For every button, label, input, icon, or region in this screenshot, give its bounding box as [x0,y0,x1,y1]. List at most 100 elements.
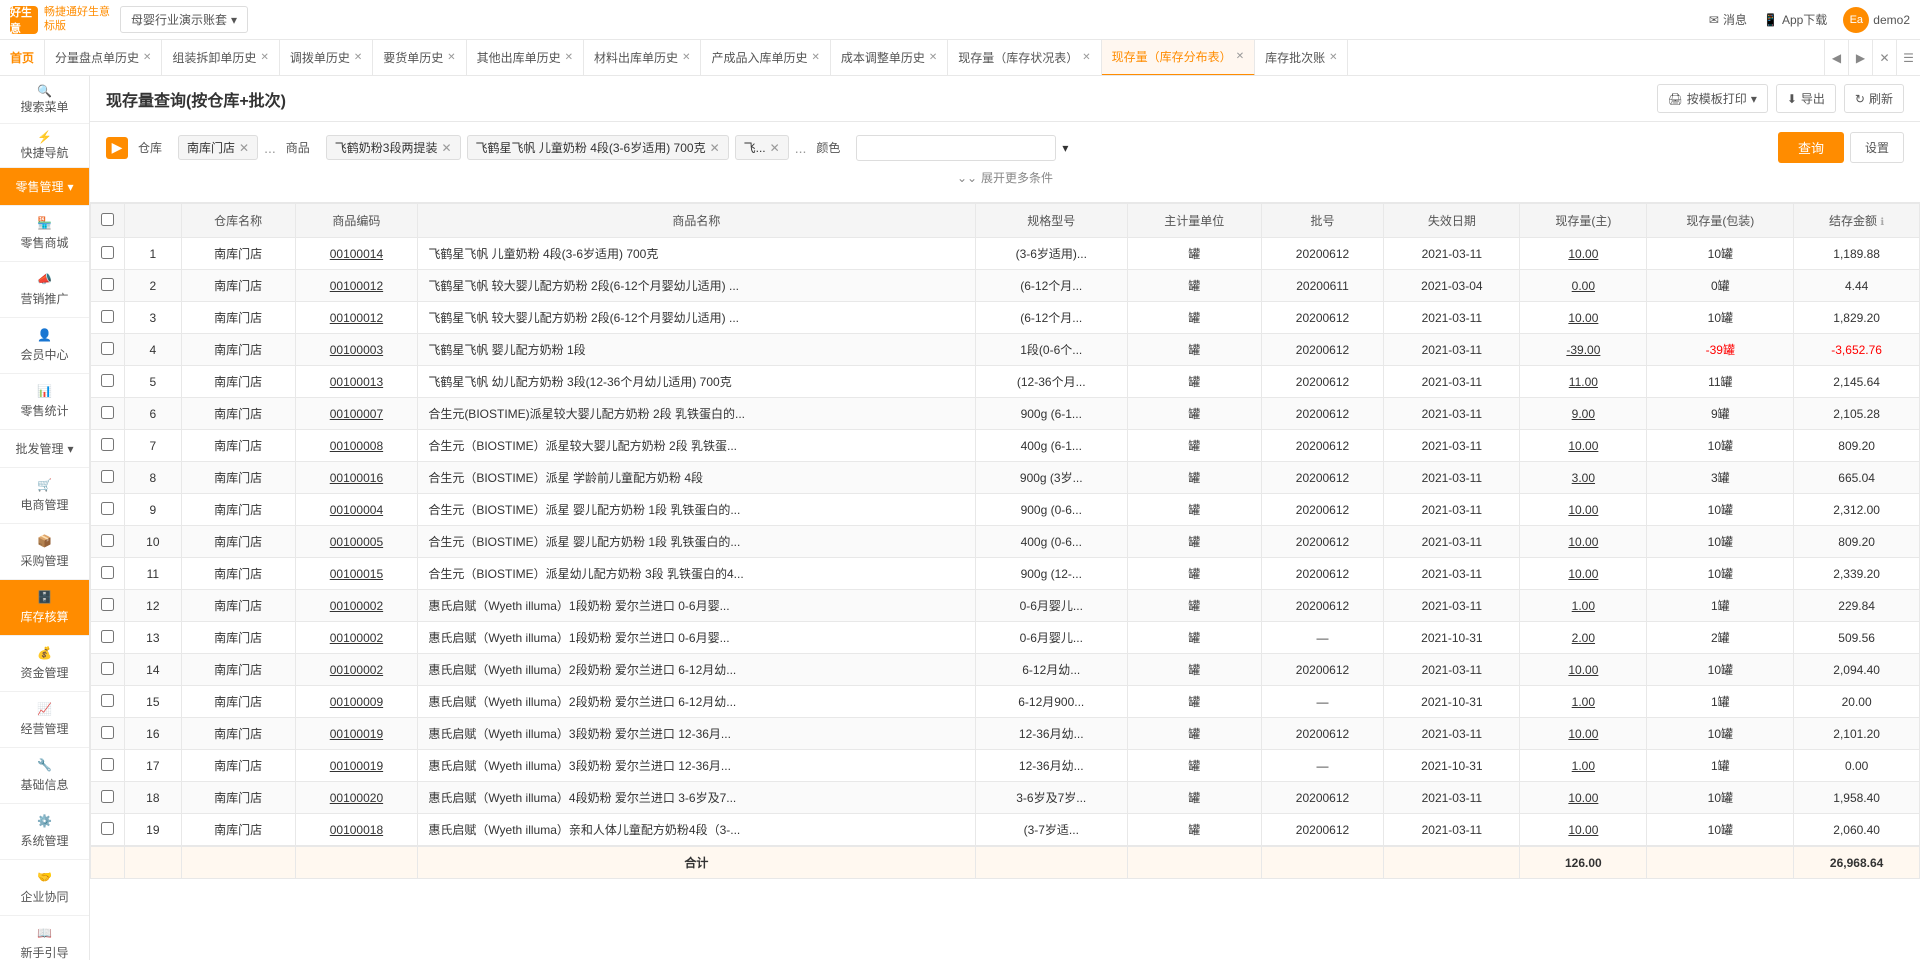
setting-btn[interactable]: 设置 [1850,132,1904,163]
sidebar-quicknav[interactable]: ⚡ 快捷导航 [0,124,89,168]
filter-expand-btn[interactable]: ▶ [106,137,128,159]
sidebar-item-retail-mgmt[interactable]: 零售管理 ▾ [0,168,89,206]
product-code-link[interactable]: 00100014 [330,247,383,261]
close-icon[interactable]: ✕ [1236,51,1244,62]
tab-split[interactable]: 分量盘点单历史 ✕ [45,40,162,76]
product-code-link[interactable]: 00100016 [330,471,383,485]
sidebar-item-finance[interactable]: 💰 资金管理 [0,636,89,692]
qty-link[interactable]: 2.00 [1572,631,1595,645]
product-code-link[interactable]: 00100009 [330,695,383,709]
close-icon[interactable]: ✕ [447,52,455,63]
cell-checkbox[interactable] [91,654,125,686]
color-input[interactable] [856,135,1056,161]
qty-link[interactable]: 10.00 [1568,439,1598,453]
sidebar-search[interactable]: 🔍 搜索菜单 [0,76,89,124]
close-icon[interactable]: ✕ [929,52,937,63]
product-tag-1[interactable]: 飞鹤奶粉3段两提装 ✕ [326,135,461,160]
qty-link[interactable]: 10.00 [1568,247,1598,261]
close-icon[interactable]: ✕ [143,52,151,63]
qty-link[interactable]: 10.00 [1568,567,1598,581]
close-icon[interactable]: ✕ [1082,52,1090,63]
close-icon[interactable]: ✕ [811,52,819,63]
nav-prev-btn[interactable]: ◀ [1824,40,1848,76]
sidebar-item-member[interactable]: 👤 会员中心 [0,318,89,374]
qty-link[interactable]: 10.00 [1568,727,1598,741]
industry-selector[interactable]: 母婴行业演示账套 ▾ [120,6,248,33]
nav-menu-btn[interactable]: ☰ [1896,40,1920,76]
app-download-btn[interactable]: 📱 App下载 [1763,11,1827,28]
qty-link[interactable]: 1.00 [1572,599,1595,613]
product-code-link[interactable]: 00100013 [330,375,383,389]
sidebar-item-new-guide[interactable]: 📖 新手引导 [0,916,89,960]
cell-checkbox[interactable] [91,782,125,814]
template-print-btn[interactable]: 🖨 按模板打印 ▾ [1657,84,1768,113]
remove-icon[interactable]: ✕ [710,141,720,155]
cell-checkbox[interactable] [91,334,125,366]
sidebar-item-purchase[interactable]: 📦 采购管理 [0,524,89,580]
qty-link[interactable]: -39.00 [1566,343,1600,357]
product-code-link[interactable]: 00100007 [330,407,383,421]
cell-checkbox[interactable] [91,430,125,462]
cell-checkbox[interactable] [91,270,125,302]
cell-checkbox[interactable] [91,238,125,270]
product-code-link[interactable]: 00100002 [330,599,383,613]
product-code-link[interactable]: 00100004 [330,503,383,517]
cell-checkbox[interactable] [91,622,125,654]
cell-checkbox[interactable] [91,366,125,398]
close-icon[interactable]: ✕ [565,52,573,63]
product-code-link[interactable]: 00100018 [330,823,383,837]
refresh-btn[interactable]: ↻ 刷新 [1844,84,1904,113]
export-btn[interactable]: ⬇ 导出 [1776,84,1836,113]
remove-icon[interactable]: ✕ [770,141,780,155]
qty-link[interactable]: 0.00 [1572,279,1595,293]
remove-icon[interactable]: ✕ [239,141,249,155]
qty-link[interactable]: 10.00 [1568,535,1598,549]
tab-material-out[interactable]: 材料出库单历史 ✕ [584,40,701,76]
cell-checkbox[interactable] [91,494,125,526]
product-code-link[interactable]: 00100003 [330,343,383,357]
product-code-link[interactable]: 00100005 [330,535,383,549]
cell-checkbox[interactable] [91,558,125,590]
product-code-link[interactable]: 00100019 [330,727,383,741]
product-tag-3[interactable]: 飞... ✕ [735,135,789,160]
sidebar-item-enterprise[interactable]: 🤝 企业协同 [0,860,89,916]
qty-link[interactable]: 10.00 [1568,791,1598,805]
tab-dismantle[interactable]: 组装拆卸单历史 ✕ [162,40,279,76]
sidebar-item-system[interactable]: ⚙️ 系统管理 [0,804,89,860]
tab-home[interactable]: 首页 [0,40,45,76]
cell-checkbox[interactable] [91,398,125,430]
product-code-link[interactable]: 00100008 [330,439,383,453]
qty-link[interactable]: 9.00 [1572,407,1595,421]
product-code-link[interactable]: 00100012 [330,279,383,293]
product-code-link[interactable]: 00100020 [330,791,383,805]
sidebar-item-marketing[interactable]: 📣 营销推广 [0,262,89,318]
qty-link[interactable]: 10.00 [1568,823,1598,837]
close-icon[interactable]: ✕ [354,52,362,63]
qty-link[interactable]: 1.00 [1572,759,1595,773]
cell-checkbox[interactable] [91,590,125,622]
cell-checkbox[interactable] [91,462,125,494]
sidebar-item-batch-mgmt[interactable]: 批发管理 ▾ [0,430,89,468]
sidebar-item-operations[interactable]: 📈 经营管理 [0,692,89,748]
qty-link[interactable]: 11.00 [1569,375,1598,389]
tab-cost-adjust[interactable]: 成本调整单历史 ✕ [831,40,948,76]
nav-next-btn[interactable]: ▶ [1848,40,1872,76]
expand-more-btn[interactable]: ⌄⌄ 展开更多条件 [106,163,1904,192]
tab-batch-account[interactable]: 库存批次账 ✕ [1255,40,1348,76]
cell-checkbox[interactable] [91,686,125,718]
select-all-checkbox[interactable] [101,213,114,226]
tab-stock-status[interactable]: 现存量（库存状况表） ✕ [948,40,1101,76]
cell-checkbox[interactable] [91,750,125,782]
product-tag-2[interactable]: 飞鹤星飞帆 儿童奶粉 4段(3-6岁适用) 700克 ✕ [467,135,729,160]
sidebar-item-retail-stats[interactable]: 📊 零售统计 [0,374,89,430]
cell-checkbox[interactable] [91,526,125,558]
more-icon[interactable]: ... [264,140,276,156]
close-icon[interactable]: ✕ [1329,52,1337,63]
remove-icon[interactable]: ✕ [441,141,451,155]
message-btn[interactable]: ✉ 消息 [1709,11,1747,28]
tab-other-out[interactable]: 其他出库单历史 ✕ [467,40,584,76]
sidebar-item-inventory[interactable]: 🗄️ 库存核算 [0,580,89,636]
tab-requisition[interactable]: 要货单历史 ✕ [373,40,466,76]
product-code-link[interactable]: 00100019 [330,759,383,773]
cell-checkbox[interactable] [91,302,125,334]
